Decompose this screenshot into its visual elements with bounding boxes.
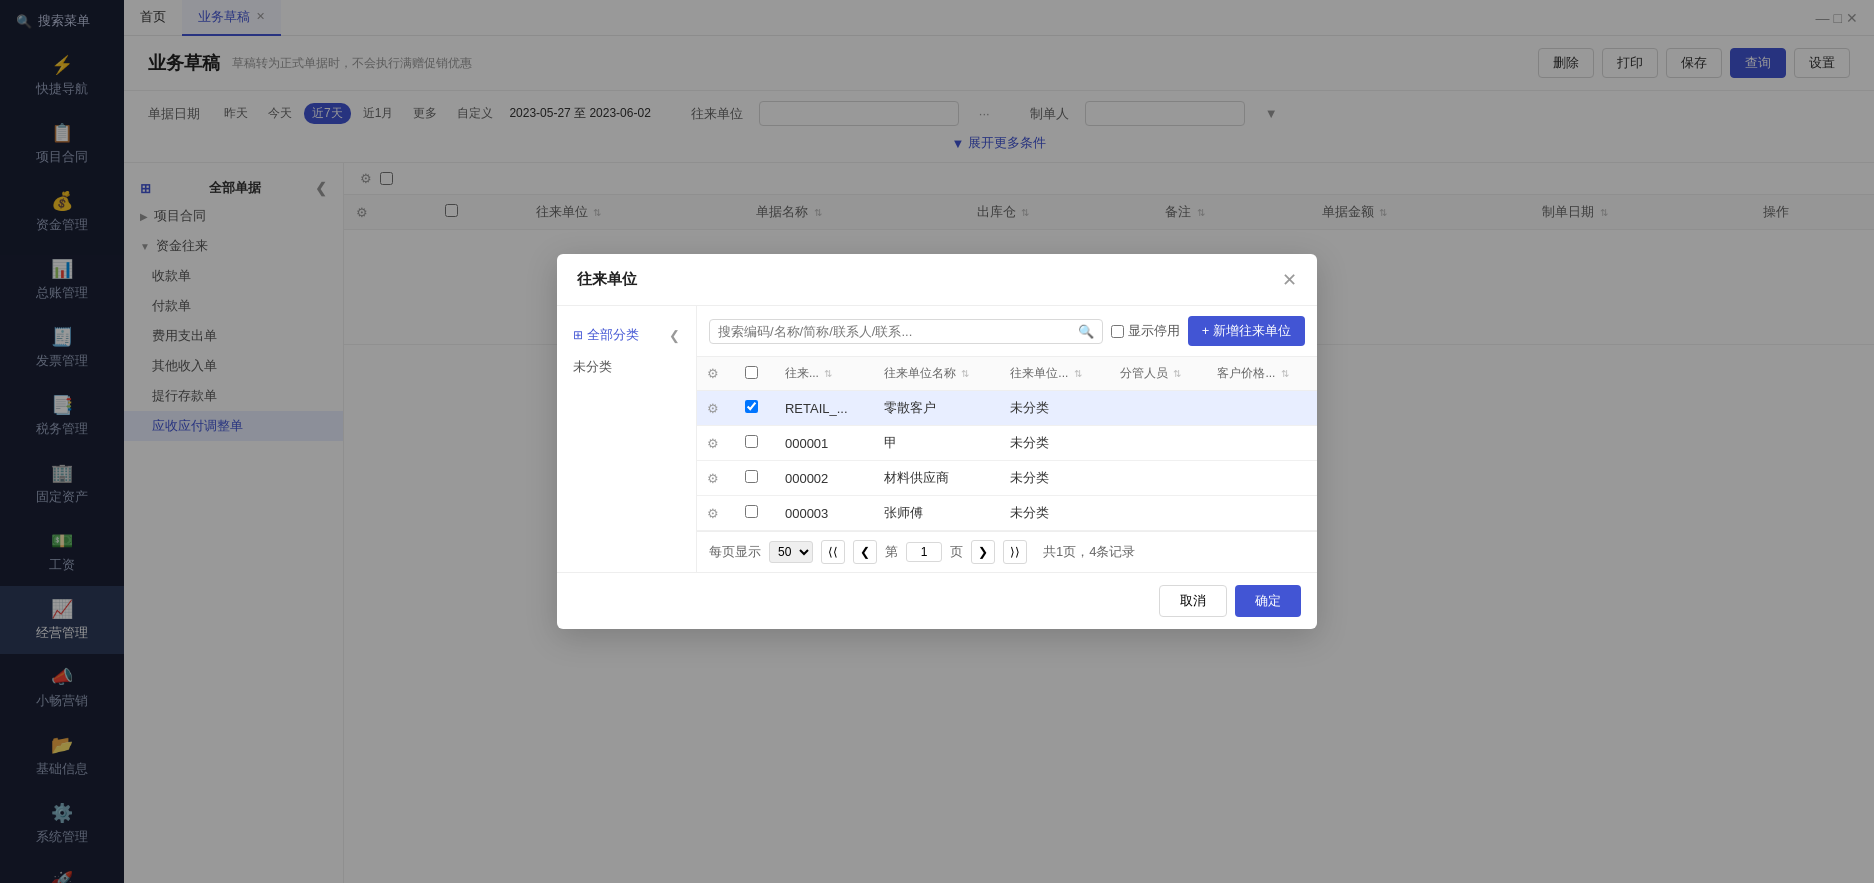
page-label: 第: [885, 543, 898, 561]
dialog-body: ⊞ 全部分类 ❮ 未分类 🔍 显示停用: [557, 306, 1317, 572]
dialog-right: 🔍 显示停用 + 新增往来单位 ⚙: [697, 306, 1317, 572]
row-price: [1207, 391, 1317, 426]
row-category: 未分类: [1000, 426, 1110, 461]
dialog-overlay: 往来单位 ✕ ⊞ 全部分类 ❮ 未分类: [0, 0, 1874, 883]
page-next-btn[interactable]: ❯: [971, 540, 995, 564]
show-disabled-label[interactable]: 显示停用: [1111, 322, 1180, 340]
cancel-button[interactable]: 取消: [1159, 585, 1227, 617]
table-row[interactable]: ⚙ 000003 张师傅 未分类: [697, 496, 1317, 531]
row-checkbox[interactable]: [735, 391, 775, 426]
confirm-button[interactable]: 确定: [1235, 585, 1301, 617]
table-row[interactable]: ⚙ RETAIL_... 零散客户 未分类: [697, 391, 1317, 426]
search-icon: 🔍: [1078, 324, 1094, 339]
dialog-close-icon[interactable]: ✕: [1282, 271, 1297, 289]
row-category: 未分类: [1000, 391, 1110, 426]
dialog-all-category[interactable]: ⊞ 全部分类 ❮: [557, 318, 696, 352]
partner-table: ⚙ 往来... ⇅ 往来单位名称 ⇅ 往来单位... ⇅ 分管人员 ⇅ 客户价格…: [697, 357, 1317, 531]
page-total-info: 共1页，4条记录: [1043, 543, 1135, 561]
table-row[interactable]: ⚙ 000002 材料供应商 未分类: [697, 461, 1317, 496]
dlg-per-page-select[interactable]: 50: [769, 541, 813, 563]
row-code: 000002: [775, 461, 874, 496]
dialog-actions: 取消 确定: [557, 572, 1317, 629]
show-disabled-checkbox[interactable]: [1111, 325, 1124, 338]
row-settings: ⚙: [697, 461, 735, 496]
dlg-per-page-label: 每页显示: [709, 543, 761, 561]
dialog-unclassified[interactable]: 未分类: [557, 352, 696, 382]
row-settings: ⚙: [697, 496, 735, 531]
row-category: 未分类: [1000, 461, 1110, 496]
dialog-header: 往来单位 ✕: [557, 254, 1317, 306]
dtcol-code[interactable]: 往来... ⇅: [775, 357, 874, 391]
all-category-label: 全部分类: [587, 326, 639, 344]
dtcol-name[interactable]: 往来单位名称 ⇅: [874, 357, 1000, 391]
row-manager: [1110, 496, 1208, 531]
dialog-search-box: 🔍: [709, 319, 1103, 344]
dialog-search-input[interactable]: [718, 324, 1074, 339]
row-price: [1207, 496, 1317, 531]
row-price: [1207, 461, 1317, 496]
show-disabled-text: 显示停用: [1128, 322, 1180, 340]
row-manager: [1110, 391, 1208, 426]
row-settings: ⚙: [697, 391, 735, 426]
row-name: 甲: [874, 426, 1000, 461]
row-code: RETAIL_...: [775, 391, 874, 426]
dialog-pagination: 每页显示 50 ⟨⟨ ❮ 第 页 ❯ ⟩⟩ 共1页，4条记录: [697, 531, 1317, 572]
row-name: 材料供应商: [874, 461, 1000, 496]
dialog-title: 往来单位: [577, 270, 637, 289]
row-name: 零散客户: [874, 391, 1000, 426]
table-row[interactable]: ⚙ 000001 甲 未分类: [697, 426, 1317, 461]
page-first-btn[interactable]: ⟨⟨: [821, 540, 845, 564]
page-number-input[interactable]: [906, 542, 942, 562]
add-partner-button[interactable]: + 新增往来单位: [1188, 316, 1305, 346]
page-unit: 页: [950, 543, 963, 561]
row-name: 张师傅: [874, 496, 1000, 531]
dtcol-manager[interactable]: 分管人员 ⇅: [1110, 357, 1208, 391]
row-checkbox[interactable]: [735, 461, 775, 496]
page-prev-btn[interactable]: ❮: [853, 540, 877, 564]
grid-icon: ⊞: [573, 328, 583, 342]
page-last-btn[interactable]: ⟩⟩: [1003, 540, 1027, 564]
row-code: 000001: [775, 426, 874, 461]
dialog-categories: ⊞ 全部分类 ❮ 未分类: [557, 306, 697, 572]
partner-dialog: 往来单位 ✕ ⊞ 全部分类 ❮ 未分类: [557, 254, 1317, 629]
unclassified-label: 未分类: [573, 359, 612, 374]
dialog-table: ⚙ 往来... ⇅ 往来单位名称 ⇅ 往来单位... ⇅ 分管人员 ⇅ 客户价格…: [697, 357, 1317, 531]
row-category: 未分类: [1000, 496, 1110, 531]
dialog-toolbar: 🔍 显示停用 + 新增往来单位: [697, 306, 1317, 357]
dtcol-category[interactable]: 往来单位... ⇅: [1000, 357, 1110, 391]
row-checkbox[interactable]: [735, 426, 775, 461]
row-manager: [1110, 426, 1208, 461]
dtcol-checkbox: [735, 357, 775, 391]
dtcol-price[interactable]: 客户价格... ⇅: [1207, 357, 1317, 391]
row-checkbox[interactable]: [735, 496, 775, 531]
dtcol-settings: ⚙: [697, 357, 735, 391]
collapse-arrow-icon[interactable]: ❮: [669, 328, 680, 343]
dt-select-all[interactable]: [745, 366, 758, 379]
row-manager: [1110, 461, 1208, 496]
row-settings: ⚙: [697, 426, 735, 461]
row-price: [1207, 426, 1317, 461]
row-code: 000003: [775, 496, 874, 531]
